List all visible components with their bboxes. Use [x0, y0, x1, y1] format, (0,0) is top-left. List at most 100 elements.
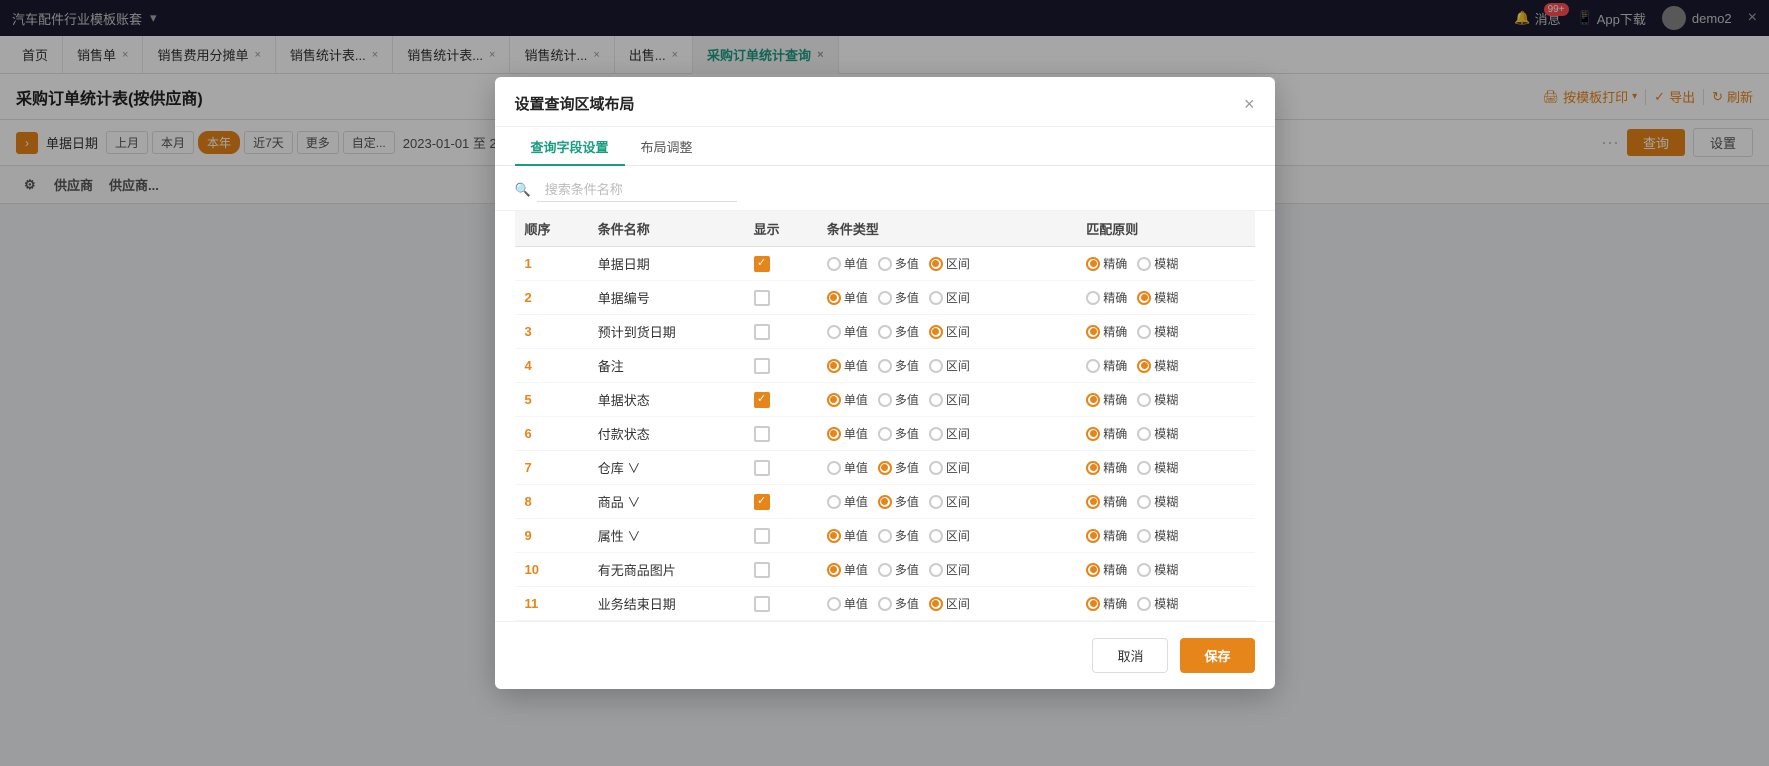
- type-radio-item[interactable]: 区间: [929, 595, 970, 612]
- radio-label: 精确: [1103, 255, 1127, 272]
- radio-label: 精确: [1103, 561, 1127, 578]
- show-checkbox[interactable]: [754, 324, 770, 340]
- match-radio-item[interactable]: 精确: [1086, 561, 1127, 578]
- match-radio-group: 精确模糊: [1086, 493, 1244, 510]
- show-checkbox[interactable]: [754, 290, 770, 306]
- match-radio-group: 精确模糊: [1086, 425, 1244, 442]
- type-radio-item[interactable]: 区间: [929, 391, 970, 408]
- type-radio-item[interactable]: 多值: [878, 391, 919, 408]
- type-radio-item[interactable]: 区间: [929, 459, 970, 476]
- search-input[interactable]: [537, 178, 737, 202]
- radio-circle: [1086, 393, 1100, 407]
- order-number: 11: [525, 596, 539, 611]
- show-checkbox[interactable]: [754, 528, 770, 544]
- show-checkbox[interactable]: [754, 256, 770, 272]
- match-radio-item[interactable]: 模糊: [1137, 391, 1178, 408]
- radio-label: 模糊: [1154, 289, 1178, 306]
- tab-layout[interactable]: 布局调整: [625, 127, 709, 166]
- type-radio-item[interactable]: 区间: [929, 425, 970, 442]
- type-radio-item[interactable]: 单值: [827, 459, 868, 476]
- match-radio-item[interactable]: 精确: [1086, 425, 1127, 442]
- match-radio-item[interactable]: 模糊: [1137, 357, 1178, 374]
- radio-circle: [827, 563, 841, 577]
- match-radio-item[interactable]: 模糊: [1137, 595, 1178, 612]
- match-radio-item[interactable]: 模糊: [1137, 323, 1178, 340]
- match-radio-item[interactable]: 模糊: [1137, 561, 1178, 578]
- radio-label: 模糊: [1154, 595, 1178, 612]
- cancel-button[interactable]: 取消: [1092, 638, 1168, 673]
- type-radio-item[interactable]: 单值: [827, 289, 868, 306]
- type-radio-item[interactable]: 多值: [878, 289, 919, 306]
- tab-fields[interactable]: 查询字段设置: [515, 127, 625, 166]
- radio-label: 精确: [1103, 595, 1127, 612]
- show-checkbox[interactable]: [754, 426, 770, 442]
- match-radio-item[interactable]: 精确: [1086, 255, 1127, 272]
- match-radio-item[interactable]: 精确: [1086, 323, 1127, 340]
- type-radio-item[interactable]: 多值: [878, 323, 919, 340]
- match-radio-item[interactable]: 模糊: [1137, 527, 1178, 544]
- type-radio-item[interactable]: 单值: [827, 493, 868, 510]
- show-cell: [744, 519, 817, 553]
- type-radio-item[interactable]: 区间: [929, 527, 970, 544]
- radio-circle: [1086, 359, 1100, 373]
- type-radio-item[interactable]: 多值: [878, 459, 919, 476]
- show-checkbox[interactable]: [754, 358, 770, 374]
- match-radio-item[interactable]: 精确: [1086, 493, 1127, 510]
- dialog-close-button[interactable]: ×: [1244, 95, 1255, 113]
- type-cell: 单值多值区间: [817, 383, 1076, 417]
- radio-label: 多值: [895, 527, 919, 544]
- radio-circle: [878, 393, 892, 407]
- type-radio-item[interactable]: 单值: [827, 323, 868, 340]
- name-cell: 付款状态: [588, 417, 744, 451]
- radio-circle: [1086, 495, 1100, 509]
- show-checkbox[interactable]: [754, 460, 770, 476]
- match-radio-item[interactable]: 模糊: [1137, 289, 1178, 306]
- match-radio-item[interactable]: 模糊: [1137, 425, 1178, 442]
- type-radio-item[interactable]: 区间: [929, 289, 970, 306]
- type-cell: 单值多值区间: [817, 349, 1076, 383]
- type-radio-item[interactable]: 多值: [878, 595, 919, 612]
- type-cell: 单值多值区间: [817, 485, 1076, 519]
- type-radio-item[interactable]: 区间: [929, 357, 970, 374]
- match-radio-item[interactable]: 精确: [1086, 527, 1127, 544]
- save-button[interactable]: 保存: [1180, 638, 1254, 673]
- order-cell: 7: [515, 451, 588, 485]
- match-radio-item[interactable]: 精确: [1086, 357, 1127, 374]
- type-radio-item[interactable]: 多值: [878, 527, 919, 544]
- type-radio-item[interactable]: 多值: [878, 357, 919, 374]
- type-radio-item[interactable]: 单值: [827, 561, 868, 578]
- type-radio-item[interactable]: 多值: [878, 561, 919, 578]
- radio-label: 多值: [895, 255, 919, 272]
- type-radio-item[interactable]: 区间: [929, 323, 970, 340]
- dialog-title: 设置查询区域布局: [515, 93, 635, 114]
- match-radio-item[interactable]: 精确: [1086, 595, 1127, 612]
- type-radio-item[interactable]: 多值: [878, 255, 919, 272]
- match-radio-item[interactable]: 模糊: [1137, 255, 1178, 272]
- type-radio-item[interactable]: 区间: [929, 255, 970, 272]
- type-radio-item[interactable]: 单值: [827, 391, 868, 408]
- match-radio-group: 精确模糊: [1086, 357, 1244, 374]
- type-radio-item[interactable]: 多值: [878, 493, 919, 510]
- match-radio-item[interactable]: 精确: [1086, 289, 1127, 306]
- type-radio-group: 单值多值区间: [827, 357, 1066, 374]
- show-checkbox[interactable]: [754, 494, 770, 510]
- type-radio-item[interactable]: 单值: [827, 595, 868, 612]
- match-radio-item[interactable]: 模糊: [1137, 493, 1178, 510]
- type-radio-item[interactable]: 单值: [827, 425, 868, 442]
- match-radio-item[interactable]: 模糊: [1137, 459, 1178, 476]
- show-checkbox[interactable]: [754, 596, 770, 612]
- show-cell: [744, 485, 817, 519]
- show-checkbox[interactable]: [754, 392, 770, 408]
- type-radio-item[interactable]: 区间: [929, 561, 970, 578]
- radio-circle: [827, 461, 841, 475]
- type-radio-item[interactable]: 单值: [827, 357, 868, 374]
- type-radio-item[interactable]: 区间: [929, 493, 970, 510]
- show-checkbox[interactable]: [754, 562, 770, 578]
- type-radio-item[interactable]: 单值: [827, 255, 868, 272]
- match-radio-item[interactable]: 精确: [1086, 459, 1127, 476]
- match-radio-item[interactable]: 精确: [1086, 391, 1127, 408]
- type-radio-group: 单值多值区间: [827, 595, 1066, 612]
- type-radio-item[interactable]: 多值: [878, 425, 919, 442]
- type-radio-item[interactable]: 单值: [827, 527, 868, 544]
- match-cell: 精确模糊: [1076, 315, 1254, 349]
